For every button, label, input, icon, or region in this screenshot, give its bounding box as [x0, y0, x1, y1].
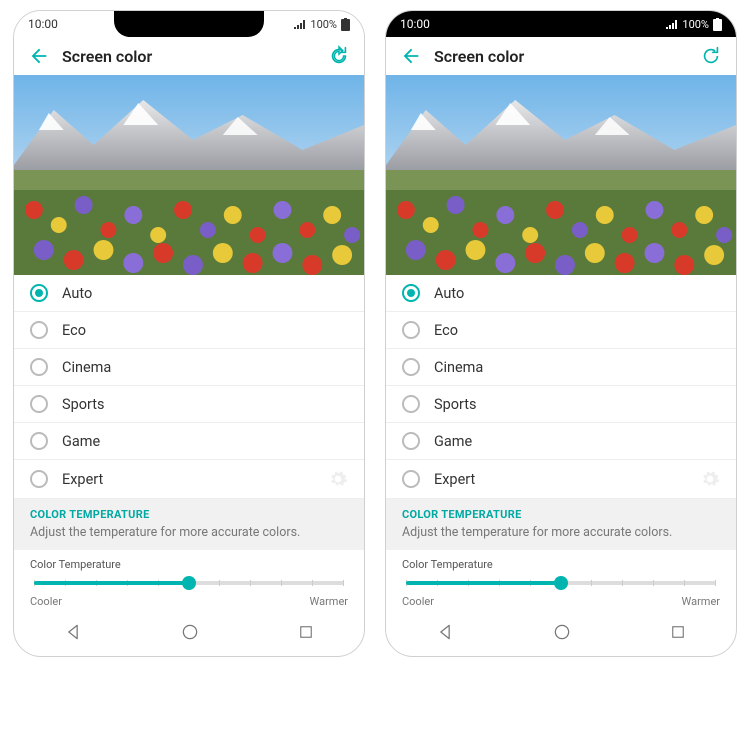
option-eco[interactable]: Eco: [386, 312, 736, 349]
slider-thumb[interactable]: [554, 576, 568, 590]
radio-icon: [402, 470, 420, 488]
gear-icon[interactable]: [700, 469, 720, 489]
section-header: COLOR TEMPERATURE: [14, 499, 364, 523]
options-list: Auto Eco Cinema Sports Game Expert: [386, 275, 736, 499]
option-sports[interactable]: Sports: [14, 386, 364, 423]
preview-image: [14, 75, 364, 275]
option-game[interactable]: Game: [386, 423, 736, 460]
option-label: Auto: [62, 285, 348, 302]
notch: [114, 11, 264, 37]
back-icon[interactable]: [28, 45, 50, 67]
option-expert[interactable]: Expert: [386, 460, 736, 499]
option-label: Game: [62, 433, 348, 450]
battery-icon: [341, 18, 350, 31]
slider-min-label: Cooler: [402, 595, 434, 608]
nav-recent-icon[interactable]: [297, 623, 315, 641]
signal-icon: [666, 19, 678, 29]
status-indicators: 100%: [666, 18, 722, 31]
battery-icon: [713, 18, 722, 31]
radio-selected-icon: [30, 284, 48, 302]
radio-selected-icon: [402, 284, 420, 302]
option-cinema[interactable]: Cinema: [14, 349, 364, 386]
slider-label: Color Temperature: [30, 558, 348, 571]
nav-recent-icon[interactable]: [669, 623, 687, 641]
option-label: Expert: [434, 471, 686, 488]
option-label: Expert: [62, 471, 314, 488]
gear-icon[interactable]: [328, 469, 348, 489]
options-list: Auto Eco Cinema Sports Game Expert: [14, 275, 364, 499]
nav-home-icon[interactable]: [552, 622, 572, 642]
option-eco[interactable]: Eco: [14, 312, 364, 349]
preview-image: [386, 75, 736, 275]
option-label: Game: [434, 433, 720, 450]
option-label: Sports: [434, 396, 720, 413]
option-expert[interactable]: Expert: [14, 460, 364, 499]
battery-text: 100%: [310, 18, 337, 31]
radio-icon: [402, 358, 420, 376]
nav-back-icon[interactable]: [435, 622, 455, 642]
radio-icon: [30, 432, 48, 450]
page-title: Screen color: [434, 47, 688, 66]
temperature-slider[interactable]: [34, 581, 344, 585]
option-sports[interactable]: Sports: [386, 386, 736, 423]
status-indicators: 100%: [294, 18, 350, 31]
option-label: Cinema: [62, 359, 348, 376]
radio-icon: [402, 395, 420, 413]
slider-fill: [406, 581, 561, 585]
slider-ends: Cooler Warmer: [402, 595, 720, 608]
status-time: 10:00: [28, 17, 58, 31]
reset-icon[interactable]: [700, 45, 722, 67]
phone-left: 10:00 100% Screen color: [13, 10, 365, 657]
nav-bar: [14, 612, 364, 656]
slider-thumb[interactable]: [182, 576, 196, 590]
slider-fill: [34, 581, 189, 585]
reset-icon[interactable]: [328, 45, 350, 67]
status-time: 10:00: [400, 17, 430, 31]
radio-icon: [402, 432, 420, 450]
signal-icon: [294, 19, 306, 29]
status-bar: 10:00 100%: [14, 11, 364, 37]
radio-icon: [30, 470, 48, 488]
status-bar: 10:00 100%: [386, 11, 736, 37]
radio-icon: [402, 321, 420, 339]
radio-icon: [30, 358, 48, 376]
option-label: Auto: [434, 285, 720, 302]
option-label: Sports: [62, 396, 348, 413]
option-label: Eco: [62, 322, 348, 339]
page-title: Screen color: [62, 47, 316, 66]
nav-back-icon[interactable]: [63, 622, 83, 642]
option-label: Cinema: [434, 359, 720, 376]
option-label: Eco: [434, 322, 720, 339]
slider-block: Color Temperature Cooler Warmer: [14, 550, 364, 612]
temperature-slider[interactable]: [406, 581, 716, 585]
radio-icon: [30, 321, 48, 339]
option-game[interactable]: Game: [14, 423, 364, 460]
nav-bar: [386, 612, 736, 656]
section-header: COLOR TEMPERATURE: [386, 499, 736, 523]
section-description: Adjust the temperature for more accurate…: [14, 523, 364, 550]
phone-right: 10:00 100% Screen color: [385, 10, 737, 657]
slider-max-label: Warmer: [682, 595, 721, 608]
slider-max-label: Warmer: [310, 595, 349, 608]
slider-block: Color Temperature Cooler Warmer: [386, 550, 736, 612]
radio-icon: [30, 395, 48, 413]
option-auto[interactable]: Auto: [386, 275, 736, 312]
slider-ends: Cooler Warmer: [30, 595, 348, 608]
slider-label: Color Temperature: [402, 558, 720, 571]
section-description: Adjust the temperature for more accurate…: [386, 523, 736, 550]
option-auto[interactable]: Auto: [14, 275, 364, 312]
nav-home-icon[interactable]: [180, 622, 200, 642]
slider-min-label: Cooler: [30, 595, 62, 608]
header: Screen color: [386, 37, 736, 75]
battery-text: 100%: [682, 18, 709, 31]
back-icon[interactable]: [400, 45, 422, 67]
option-cinema[interactable]: Cinema: [386, 349, 736, 386]
header: Screen color: [14, 37, 364, 75]
